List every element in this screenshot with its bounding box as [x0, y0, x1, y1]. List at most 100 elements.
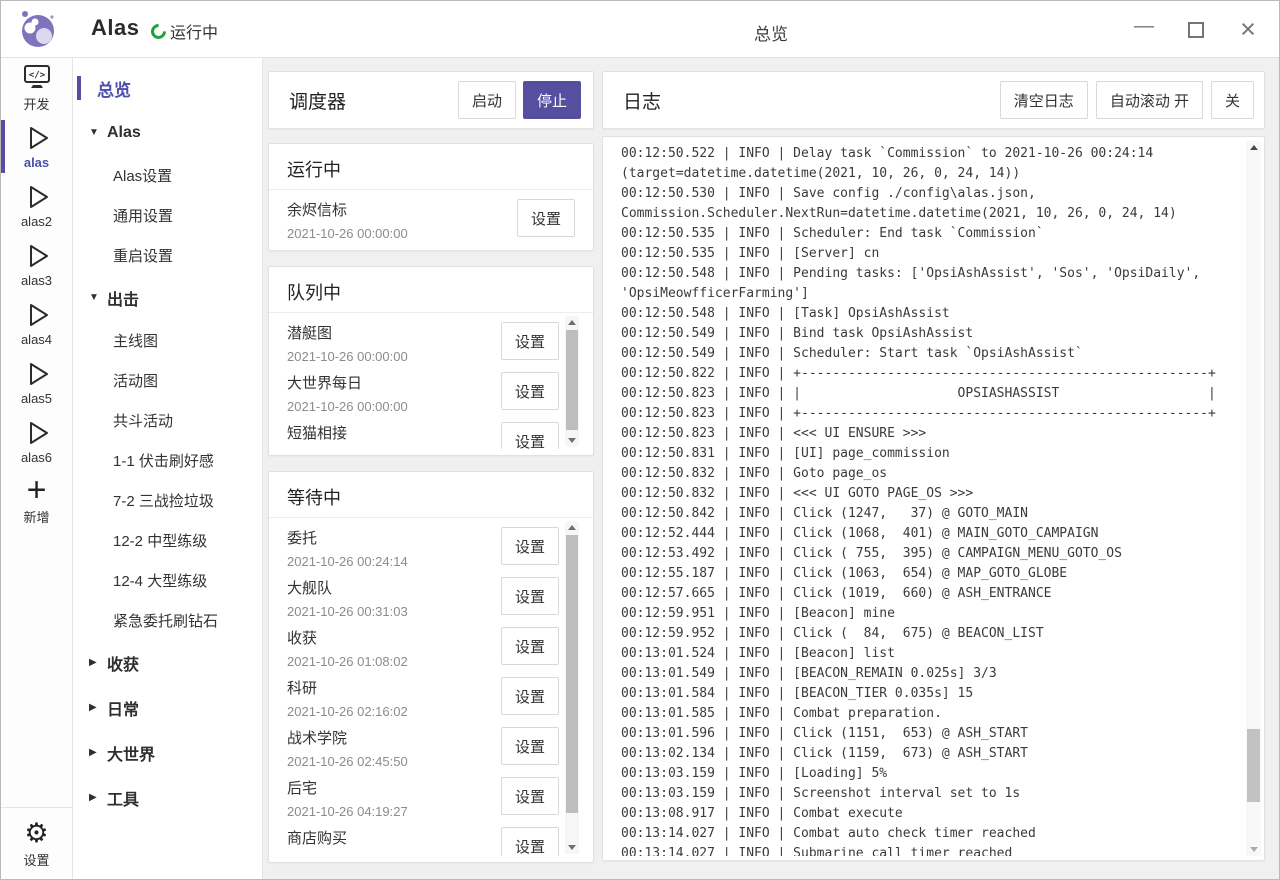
window-controls: — ×	[1131, 1, 1261, 58]
scrollbar-thumb[interactable]	[566, 330, 578, 430]
close-button[interactable]: ×	[1235, 17, 1261, 43]
scroll-up-icon[interactable]	[1246, 141, 1261, 153]
task-row: 战术学院 2021-10-26 02:45:50 设置	[287, 727, 559, 777]
plus-icon: +	[27, 475, 47, 505]
menu-item[interactable]: 总览	[73, 66, 262, 110]
menu-item[interactable]: ▼ Alas	[73, 110, 262, 155]
launcher-item[interactable]: </> + alas2	[1, 176, 72, 235]
app-window: Alas 运行中 总览 — × </>	[0, 0, 1280, 880]
task-settings-button[interactable]: 设置	[501, 827, 559, 856]
menu-item[interactable]: ▶ 日常	[73, 685, 262, 730]
autoscroll-on-button[interactable]: 自动滚动 开	[1096, 81, 1203, 119]
waiting-scrollbar[interactable]	[565, 521, 579, 854]
log-scrollbar[interactable]	[1246, 141, 1261, 856]
task-name: 科研	[287, 677, 408, 698]
scroll-up-icon[interactable]	[565, 316, 579, 328]
minimize-button[interactable]: —	[1131, 17, 1157, 43]
menu-item[interactable]: ▶ 收获	[73, 640, 262, 685]
task-settings-button[interactable]: 设置	[501, 627, 559, 665]
pending-section: 队列中 潜艇图 2021-10-26 00:00:00 设置 大世界每日	[268, 266, 594, 456]
menu-item[interactable]: 活动图	[73, 360, 262, 400]
task-row: 短猫相接 2021-10-26 00:00:00 设置	[287, 422, 559, 449]
launcher-item[interactable]: </> + 新增	[1, 471, 72, 530]
menu-item-label: 日常	[107, 696, 139, 720]
task-info: 大舰队 2021-10-26 00:31:03	[287, 577, 408, 619]
task-settings-button[interactable]: 设置	[501, 527, 559, 565]
scrollbar-thumb[interactable]	[566, 535, 578, 813]
menu-item[interactable]: Alas设置	[73, 155, 262, 195]
launcher-item[interactable]: </> + alas5	[1, 353, 72, 412]
scheduler-panel: 调度器 启动 停止	[268, 71, 594, 129]
task-row: 潜艇图 2021-10-26 00:00:00 设置	[287, 322, 559, 372]
scroll-down-icon[interactable]	[1246, 844, 1261, 856]
menu-item[interactable]: 主线图	[73, 320, 262, 360]
launcher-item-label: alas6	[21, 450, 52, 465]
launcher-item[interactable]: </> + alas3	[1, 235, 72, 294]
scheduler-title: 调度器	[289, 87, 451, 114]
task-info: 商店购买	[287, 827, 347, 854]
play-icon	[22, 241, 52, 271]
menu-item-label: 12-4 大型练级	[113, 570, 207, 591]
scheduler-stop-button[interactable]: 停止	[523, 81, 581, 119]
menu-item-label: 收获	[107, 651, 139, 675]
menu-item-label: 总览	[97, 76, 131, 101]
task-row: 余烬信标 2021-10-26 00:00:00 设置	[287, 199, 575, 244]
tree-arrow-icon: ▶	[89, 792, 107, 803]
menu-item-label: 出击	[107, 286, 139, 310]
menu-sidebar: 总览 ▼ Alas Alas设置 通用设置 重启设置 ▼	[73, 58, 263, 879]
running-title: 运行中	[269, 144, 593, 190]
titlebar: Alas 运行中 总览 — ×	[1, 1, 1279, 58]
clear-log-button[interactable]: 清空日志	[1000, 81, 1088, 119]
scroll-down-icon[interactable]	[565, 435, 579, 447]
menu-item[interactable]: ▼ 出击	[73, 275, 262, 320]
scrollbar-thumb[interactable]	[1247, 729, 1260, 802]
menu-item[interactable]: 7-2 三战捡垃圾	[73, 480, 262, 520]
scroll-down-icon[interactable]	[565, 842, 579, 854]
task-info: 科研 2021-10-26 02:16:02	[287, 677, 408, 719]
menu-item[interactable]: 12-4 大型练级	[73, 560, 262, 600]
tree-arrow-icon: ▶	[89, 657, 107, 668]
menu-item[interactable]: 紧急委托刷钻石	[73, 600, 262, 640]
task-settings-button[interactable]: 设置	[501, 777, 559, 815]
task-settings-button[interactable]: 设置	[501, 577, 559, 615]
launcher-settings-button[interactable]: ⚙ 设置	[1, 807, 72, 879]
scroll-up-icon[interactable]	[565, 521, 579, 533]
menu-item-label: 12-2 中型练级	[113, 530, 207, 551]
task-next-run-time: 2021-10-26 00:00:00	[287, 349, 408, 364]
task-name: 战术学院	[287, 727, 408, 748]
menu-item-label: Alas	[107, 124, 141, 142]
task-info: 短猫相接 2021-10-26 00:00:00	[287, 422, 408, 449]
task-settings-button[interactable]: 设置	[501, 372, 559, 410]
menu-item[interactable]: ▶ 大世界	[73, 730, 262, 775]
menu-item-label: 工具	[107, 786, 139, 810]
maximize-button[interactable]	[1183, 17, 1209, 43]
menu-item[interactable]: 12-2 中型练级	[73, 520, 262, 560]
menu-item[interactable]: 通用设置	[73, 195, 262, 235]
launcher-item[interactable]: </> + alas6	[1, 412, 72, 471]
menu-item-label: 通用设置	[113, 205, 173, 226]
tree-arrow-icon: ▼	[89, 127, 107, 138]
scheduler-start-button[interactable]: 启动	[458, 81, 516, 119]
menu-item[interactable]: ▶ 工具	[73, 775, 262, 820]
task-next-run-time: 2021-10-26 04:19:27	[287, 804, 408, 819]
task-settings-button[interactable]: 设置	[501, 677, 559, 715]
launcher-item[interactable]: </> + alas	[1, 117, 72, 176]
pending-scrollbar[interactable]	[565, 316, 579, 447]
menu-item-label: 共斗活动	[113, 410, 173, 431]
task-name: 大世界每日	[287, 372, 408, 393]
play-icon	[22, 182, 52, 212]
launcher-item[interactable]: </> + alas4	[1, 294, 72, 353]
launcher-item[interactable]: </> + 开发	[1, 58, 72, 117]
task-row: 大舰队 2021-10-26 00:31:03 设置	[287, 577, 559, 627]
menu-item[interactable]: 重启设置	[73, 235, 262, 275]
menu-item[interactable]: 1-1 伏击刷好感	[73, 440, 262, 480]
menu-item[interactable]: 共斗活动	[73, 400, 262, 440]
play-icon	[22, 359, 52, 389]
task-settings-button[interactable]: 设置	[501, 422, 559, 449]
task-settings-button[interactable]: 设置	[517, 199, 575, 237]
menu-item-label: 重启设置	[113, 245, 173, 266]
task-settings-button[interactable]: 设置	[501, 727, 559, 765]
autoscroll-off-button[interactable]: 关	[1211, 81, 1254, 119]
tree-arrow-icon: ▶	[89, 747, 107, 758]
task-settings-button[interactable]: 设置	[501, 322, 559, 360]
